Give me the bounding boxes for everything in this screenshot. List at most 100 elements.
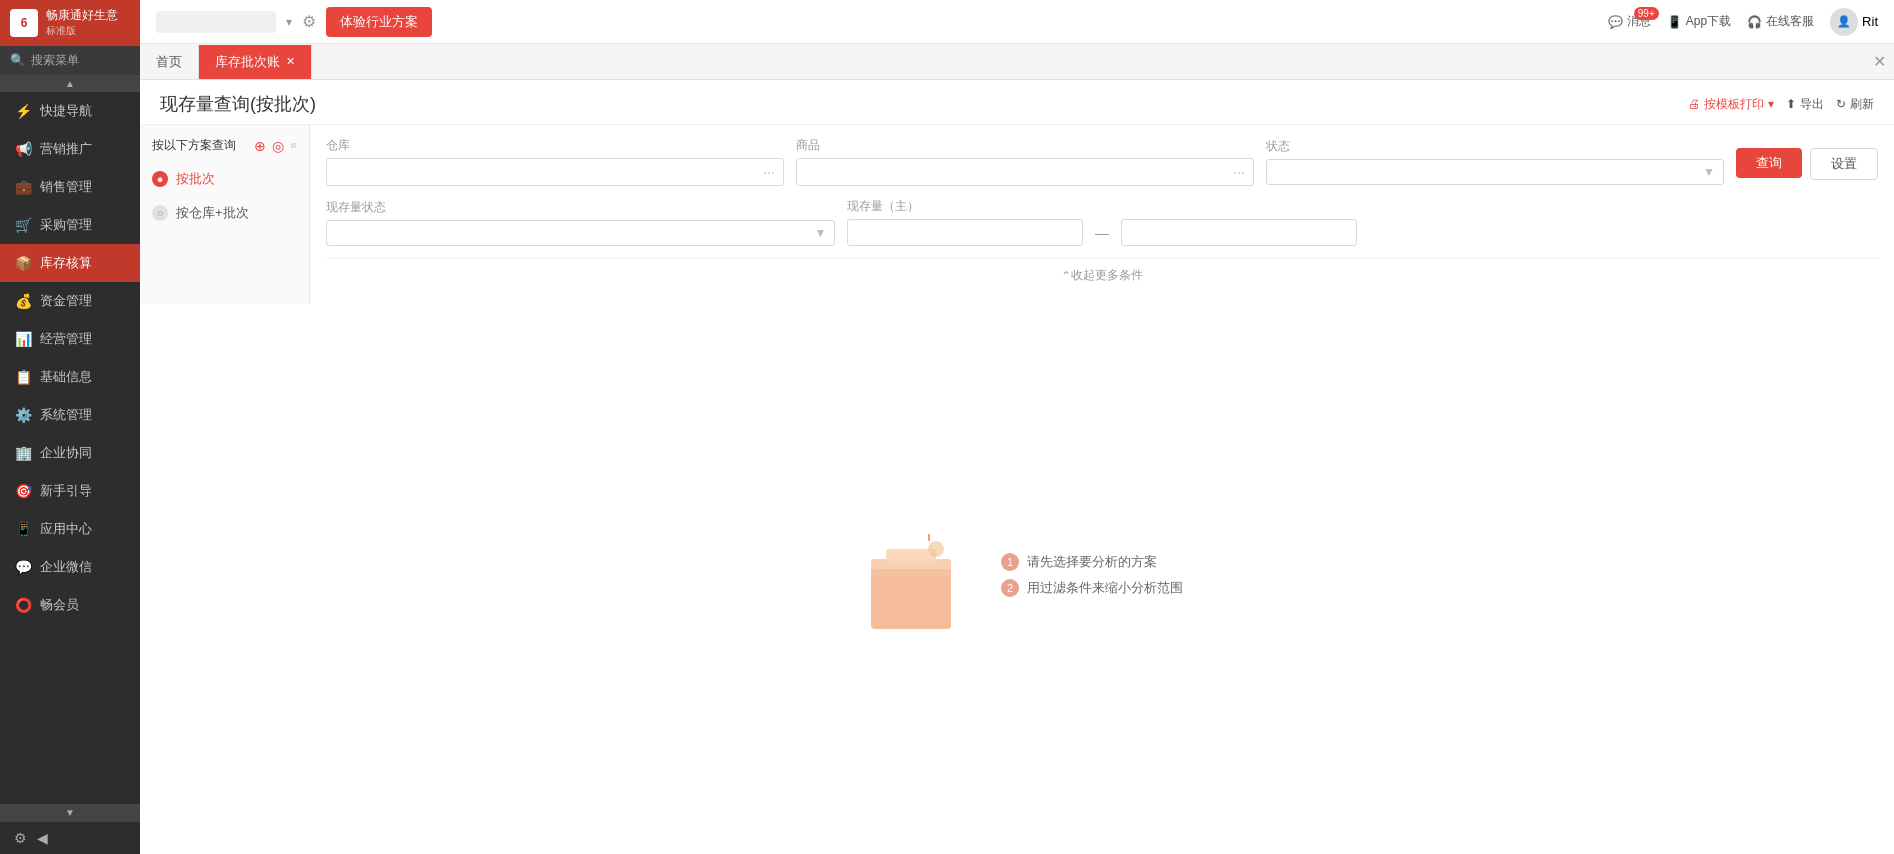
product-input[interactable] [805,165,1229,180]
stock-qty-min-input[interactable] [856,225,1074,240]
sidebar-item-label: 基础信息 [40,368,92,386]
collapse-sidebar-icon[interactable]: ◀ [37,830,48,846]
sidebar-header: 6 畅康通好生意 标准版 [0,0,140,46]
tabs-close-button[interactable]: ✕ [1873,52,1886,71]
sidebar-item-operations[interactable]: 📊 经营管理 [0,320,140,358]
stock-status-field: 现存量状态 ▼ [326,199,835,246]
sidebar-item-label: 采购管理 [40,216,92,234]
warehouse-dots-icon[interactable]: ··· [763,164,775,180]
filter-sidebar-actions: ⊕ ◎ « [254,138,297,154]
sidebar-item-wechat[interactable]: 💬 企业微信 [0,548,140,586]
sidebar-item-enterprise[interactable]: 🏢 企业协同 [0,434,140,472]
stock-qty-label: 现存量（主） [847,198,1356,215]
user-name: Rit [1862,14,1878,29]
stock-qty-min-wrap[interactable] [847,219,1083,246]
sidebar-item-label: 应用中心 [40,520,92,538]
product-input-wrap[interactable]: ··· [796,158,1254,186]
filter-sidebar: 按以下方案查询 ⊕ ◎ « ● 按批次 ○ 按仓库+批次 [140,125,310,304]
tab-inventory-batch[interactable]: 库存批次账 ✕ [199,45,312,79]
filter-add-icon[interactable]: ⊕ [254,138,266,154]
sidebar-item-finance[interactable]: 💰 资金管理 [0,282,140,320]
filter-sidebar-collapse-icon[interactable]: « [290,138,297,154]
product-field: 商品 ··· [796,137,1254,186]
warehouse-input[interactable] [335,165,759,180]
query-button[interactable]: 查询 [1736,148,1802,178]
avatar: 👤 [1830,8,1858,36]
sidebar-item-app-center[interactable]: 📱 应用中心 [0,510,140,548]
filter-panel: 按以下方案查询 ⊕ ◎ « ● 按批次 ○ 按仓库+批次 [140,125,1894,304]
topbar-actions: 💬 消息 99+ 📱 App下载 🎧 在线客服 👤 Rit [1608,8,1878,36]
topbar-gear-icon[interactable]: ⚙ [302,12,316,31]
sales-icon: 💼 [14,178,32,196]
message-action[interactable]: 💬 消息 99+ [1608,13,1651,30]
sidebar-item-label: 系统管理 [40,406,92,424]
stock-qty-field: 现存量（主） — [847,198,1356,246]
marketing-icon: 📢 [14,140,32,158]
stock-qty-max-wrap[interactable] [1121,219,1357,246]
filter-item-by-batch[interactable]: ● 按批次 [140,162,309,196]
basic-icon: 📋 [14,368,32,386]
user-profile[interactable]: 👤 Rit [1830,8,1878,36]
sidebar-search-label: 搜索菜单 [31,52,79,69]
page-header-actions: 🖨 按模板打印 ▾ ⬆ 导出 ↻ 刷新 [1688,96,1874,113]
sidebar-search[interactable]: 🔍 搜索菜单 [0,46,140,75]
tab-home[interactable]: 首页 [140,45,199,79]
sidebar-item-purchase[interactable]: 🛒 采购管理 [0,206,140,244]
status-chevron-icon: ▼ [1703,165,1715,179]
sidebar-item-marketing[interactable]: 📢 营销推广 [0,130,140,168]
collapse-label: 收起更多条件 [1071,267,1143,284]
tab-home-label: 首页 [156,53,182,71]
print-button[interactable]: 🖨 按模板打印 ▾ [1688,96,1774,113]
sidebar-item-label: 资金管理 [40,292,92,310]
topbar-search-input[interactable] [156,11,276,33]
experience-button[interactable]: 体验行业方案 [326,7,432,37]
sidebar: 6 畅康通好生意 标准版 🔍 搜索菜单 ▲ ⚡ 快捷导航 📢 营销推广 💼 销售… [0,0,140,854]
sidebar-item-label: 快捷导航 [40,102,92,120]
app-download-label: App下载 [1686,13,1731,30]
empty-step-2: 2 用过滤条件来缩小分析范围 [1001,579,1183,597]
sidebar-item-basic[interactable]: 📋 基础信息 [0,358,140,396]
filter-item-batch-label: 按批次 [176,170,215,188]
filter-item-by-warehouse-batch[interactable]: ○ 按仓库+批次 [140,196,309,230]
settings-button[interactable]: 设置 [1810,148,1878,180]
stock-qty-max-input[interactable] [1130,225,1348,240]
search-icon: 🔍 [10,53,25,67]
sidebar-item-label: 企业微信 [40,558,92,576]
tabs-bar: 首页 库存批次账 ✕ ✕ [140,44,1894,80]
sidebar-item-member[interactable]: ⭕ 畅会员 [0,586,140,624]
product-dots-icon[interactable]: ··· [1233,164,1245,180]
sidebar-footer: ⚙ ◀ [0,821,140,854]
filter-sidebar-header: 按以下方案查询 ⊕ ◎ « [140,137,309,162]
step-2-text: 用过滤条件来缩小分析范围 [1027,579,1183,597]
wechat-icon: 💬 [14,558,32,576]
newbie-icon: 🎯 [14,482,32,500]
tab-close-icon[interactable]: ✕ [286,55,295,68]
sidebar-nav: ⚡ 快捷导航 📢 营销推广 💼 销售管理 🛒 采购管理 📦 库存核算 💰 资金管… [0,92,140,804]
sidebar-scroll-up[interactable]: ▲ [0,75,140,92]
print-icon: 🖨 [1688,97,1700,111]
stock-status-select[interactable]: ▼ [326,220,835,246]
settings-icon[interactable]: ⚙ [14,830,27,846]
sidebar-item-sales[interactable]: 💼 销售管理 [0,168,140,206]
inventory-icon: 📦 [14,254,32,272]
sidebar-item-newbie[interactable]: 🎯 新手引导 [0,472,140,510]
export-button[interactable]: ⬆ 导出 [1786,96,1824,113]
topbar: ▾ ⚙ 体验行业方案 💬 消息 99+ 📱 App下载 🎧 在线客服 👤 [140,0,1894,44]
empty-step-1: 1 请先选择要分析的方案 [1001,553,1183,571]
page-title: 现存量查询(按批次) [160,92,316,116]
filter-settings-icon[interactable]: ◎ [272,138,284,154]
filter-collapse-row[interactable]: ⌃ 收起更多条件 [326,258,1878,292]
sidebar-scroll-down[interactable]: ▼ [0,804,140,821]
export-label: 导出 [1800,96,1824,113]
warehouse-input-wrap[interactable]: ··· [326,158,784,186]
refresh-button[interactable]: ↻ 刷新 [1836,96,1874,113]
filter-item-warehouse-batch-label: 按仓库+批次 [176,204,249,222]
sidebar-item-quick-nav[interactable]: ⚡ 快捷导航 [0,92,140,130]
app-download-action[interactable]: 📱 App下载 [1667,13,1731,30]
online-service-action[interactable]: 🎧 在线客服 [1747,13,1814,30]
sidebar-item-inventory[interactable]: 📦 库存核算 [0,244,140,282]
topbar-chevron-icon[interactable]: ▾ [286,15,292,29]
export-icon: ⬆ [1786,97,1796,111]
status-select[interactable]: ▼ [1266,159,1724,185]
sidebar-item-system[interactable]: ⚙️ 系统管理 [0,396,140,434]
